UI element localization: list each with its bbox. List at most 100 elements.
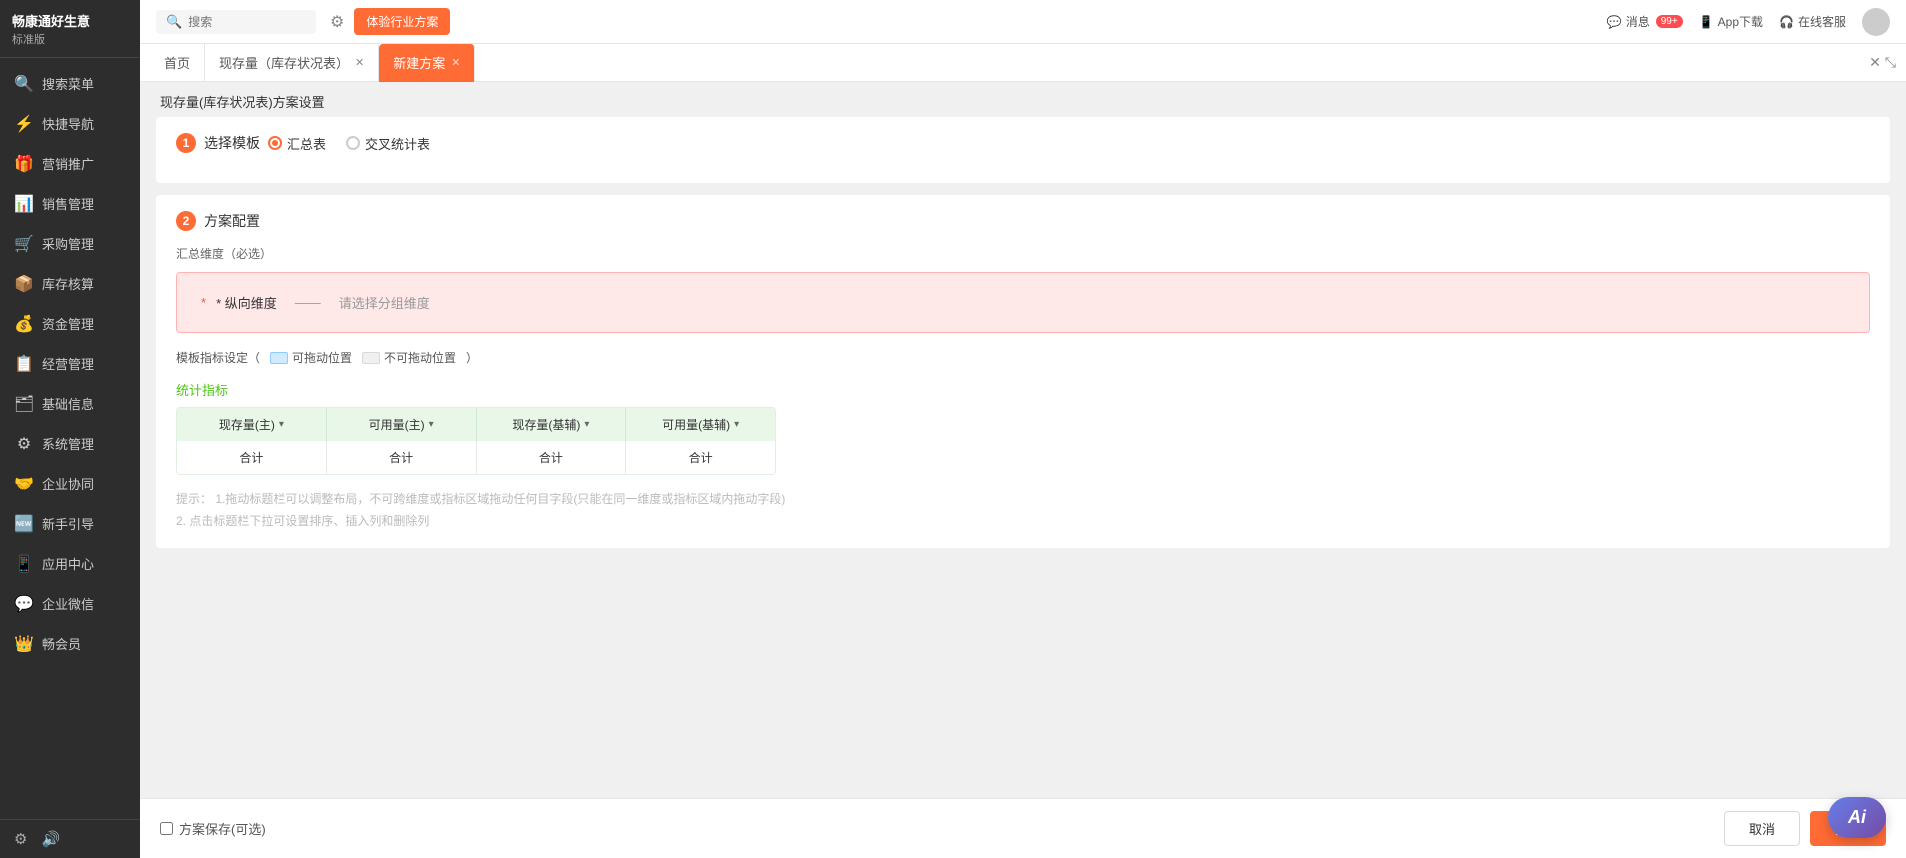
- sidebar-item-cooperation[interactable]: 🤝 企业协同: [0, 464, 140, 504]
- headset-icon: 🎧: [1779, 15, 1794, 29]
- sidebar-item-system[interactable]: ⚙ 系统管理: [0, 424, 140, 464]
- sidebar-icon-search-menu: 🔍: [14, 74, 34, 94]
- sidebar-item-purchase[interactable]: 🛒 采购管理: [0, 224, 140, 264]
- page-title: 现存量(库存状况表)方案设置: [140, 82, 1906, 117]
- stats-header-col[interactable]: 现存量(基辅)▾: [477, 408, 627, 441]
- search-box: 🔍: [156, 10, 316, 34]
- radio-summary[interactable]: 汇总表: [268, 134, 326, 153]
- sidebar-item-members[interactable]: 👑 畅会员: [0, 624, 140, 664]
- col-label: 现存量(主): [219, 416, 275, 433]
- speaker-icon[interactable]: 🔊: [41, 830, 60, 848]
- sidebar-item-operations[interactable]: 📋 经营管理: [0, 344, 140, 384]
- tab-home[interactable]: 首页: [150, 44, 205, 82]
- template-radio-group: 汇总表 交叉统计表: [268, 134, 430, 153]
- stats-header-col[interactable]: 可用量(基辅)▾: [626, 408, 775, 441]
- sidebar-item-new-guide[interactable]: 🆕 新手引导: [0, 504, 140, 544]
- sidebar-icon-basic-info: 🗂: [14, 394, 34, 414]
- sidebar-icon-finance: 💰: [14, 314, 34, 334]
- sidebar-item-wechat[interactable]: 💬 企业微信: [0, 584, 140, 624]
- sidebar-item-inventory[interactable]: 📦 库存核算: [0, 264, 140, 304]
- stats-header-col[interactable]: 可用量(主)▾: [327, 408, 477, 441]
- tab-close-inventory[interactable]: ✕: [355, 56, 364, 69]
- draggable-label: 可拖动位置: [292, 349, 352, 366]
- tab-label-home: 首页: [164, 53, 190, 72]
- save-checkbox-input[interactable]: [160, 822, 173, 835]
- chevron-down-icon[interactable]: ▾: [734, 419, 739, 430]
- save-checkbox[interactable]: 方案保存(可选): [160, 819, 266, 838]
- app-name: 畅康通好生意: [12, 14, 128, 31]
- draggable-box: [270, 352, 288, 364]
- stats-table-header: 现存量(主)▾可用量(主)▾现存量(基辅)▾可用量(基辅)▾: [177, 408, 775, 441]
- search-input[interactable]: [188, 15, 288, 29]
- indicator-settings-row: 模板指标设定（ 可拖动位置 不可拖动位置 ）: [176, 349, 1870, 366]
- cancel-button[interactable]: 取消: [1724, 811, 1800, 846]
- online-service-item[interactable]: 🎧 在线客服: [1779, 13, 1846, 30]
- avatar[interactable]: [1862, 8, 1890, 36]
- tab-inventory[interactable]: 现存量（库存状况表）✕: [205, 44, 379, 82]
- app-download-item[interactable]: 📱 App下载: [1699, 13, 1763, 30]
- draggable-tag: 可拖动位置: [270, 349, 352, 366]
- sidebar-label-app-center: 应用中心: [42, 554, 94, 573]
- messages-item[interactable]: 💬 消息 99+: [1607, 13, 1683, 30]
- tabs-bar: 首页现存量（库存状况表）✕新建方案✕ ✕ ⤡: [140, 44, 1906, 82]
- stats-header-col[interactable]: 现存量(主) ▾: [177, 408, 327, 441]
- section1-panel: 1 选择模板 汇总表 交叉统计表: [156, 117, 1890, 183]
- sidebar-item-search-menu[interactable]: 🔍 搜索菜单: [0, 64, 140, 104]
- chevron-down-icon[interactable]: ▾: [279, 419, 284, 430]
- sidebar-item-quick-nav[interactable]: ⚡ 快捷导航: [0, 104, 140, 144]
- sidebar-label-basic-info: 基础信息: [42, 394, 94, 413]
- close-panel-icon[interactable]: ✕: [1869, 54, 1881, 71]
- sidebar-item-app-center[interactable]: 📱 应用中心: [0, 544, 140, 584]
- indicator-settings-label: 模板指标设定（: [176, 349, 260, 366]
- radio-cross-label: 交叉统计表: [365, 134, 430, 153]
- online-service-label: 在线客服: [1798, 13, 1846, 30]
- ai-button[interactable]: Ai: [1828, 797, 1886, 838]
- non-draggable-tag: 不可拖动位置: [362, 349, 456, 366]
- tab-close-new-plan[interactable]: ✕: [451, 56, 460, 69]
- dim-placeholder[interactable]: 请选择分组维度: [339, 293, 430, 312]
- vertical-dim-label: * 纵向维度: [216, 293, 277, 312]
- sidebar-icon-members: 👑: [14, 634, 34, 654]
- sidebar-item-marketing[interactable]: 🎁 营销推广: [0, 144, 140, 184]
- chevron-down-icon[interactable]: ▾: [584, 419, 589, 430]
- section2-header: 2 方案配置: [176, 211, 1870, 231]
- tips-area: 提示： 1.拖动标题栏可以调整布局，不可跨维度或指标区域拖动任何目字段(只能在同…: [176, 489, 1870, 532]
- tip-item: 2. 点击标题栏下拉可设置排序、插入列和删除列: [176, 511, 1870, 533]
- section1-title: 选择模板: [204, 133, 260, 153]
- radio-cross[interactable]: 交叉统计表: [346, 134, 430, 153]
- sidebar-icon-cooperation: 🤝: [14, 474, 34, 494]
- sidebar-logo: 畅康通好生意 标准版: [0, 0, 140, 58]
- sidebar-icon-operations: 📋: [14, 354, 34, 374]
- sidebar-label-cooperation: 企业协同: [42, 474, 94, 493]
- messages-label: 消息: [1626, 13, 1650, 30]
- tab-new-plan[interactable]: 新建方案✕: [379, 44, 475, 82]
- stats-table-body: 合计合计合计合计: [177, 441, 775, 474]
- sidebar-icon-sales: 📊: [14, 194, 34, 214]
- save-checkbox-label: 方案保存(可选): [179, 819, 266, 838]
- aggregation-label: 汇总维度（必选）: [176, 245, 1870, 262]
- sidebar-footer: ⚙ 🔊: [0, 819, 140, 858]
- phone-icon: 📱: [1699, 15, 1714, 29]
- settings-icon[interactable]: ⚙: [14, 830, 27, 848]
- industry-plan-button[interactable]: 体验行业方案: [354, 8, 450, 35]
- stats-table: 现存量(主)▾可用量(主)▾现存量(基辅)▾可用量(基辅)▾ 合计合计合计合计: [176, 407, 776, 475]
- section2-badge: 2: [176, 211, 196, 231]
- sidebar-icon-purchase: 🛒: [14, 234, 34, 254]
- expand-panel-icon[interactable]: ⤡: [1885, 54, 1896, 71]
- sidebar-item-finance[interactable]: 💰 资金管理: [0, 304, 140, 344]
- non-draggable-label: 不可拖动位置: [384, 349, 456, 366]
- chevron-down-icon[interactable]: ▾: [429, 419, 434, 430]
- stats-body-cell: 合计: [477, 441, 627, 474]
- search-icon: 🔍: [166, 14, 182, 30]
- tip-item: 提示： 1.拖动标题栏可以调整布局，不可跨维度或指标区域拖动任何目字段(只能在同…: [176, 489, 1870, 511]
- sidebar-item-basic-info[interactable]: 🗂 基础信息: [0, 384, 140, 424]
- stats-body-cell: 合计: [177, 441, 327, 474]
- messages-badge: 99+: [1656, 15, 1683, 28]
- sidebar-label-new-guide: 新手引导: [42, 514, 94, 533]
- sidebar-icon-inventory: 📦: [14, 274, 34, 294]
- gear-icon[interactable]: ⚙: [330, 12, 344, 32]
- sidebar-item-sales[interactable]: 📊 销售管理: [0, 184, 140, 224]
- tabs-controls: ✕ ⤡: [1869, 54, 1896, 71]
- sidebar-nav: 🔍 搜索菜单 ⚡ 快捷导航 🎁 营销推广 📊 销售管理 🛒 采购管理 📦 库存核…: [0, 58, 140, 819]
- sidebar-icon-system: ⚙: [14, 434, 34, 454]
